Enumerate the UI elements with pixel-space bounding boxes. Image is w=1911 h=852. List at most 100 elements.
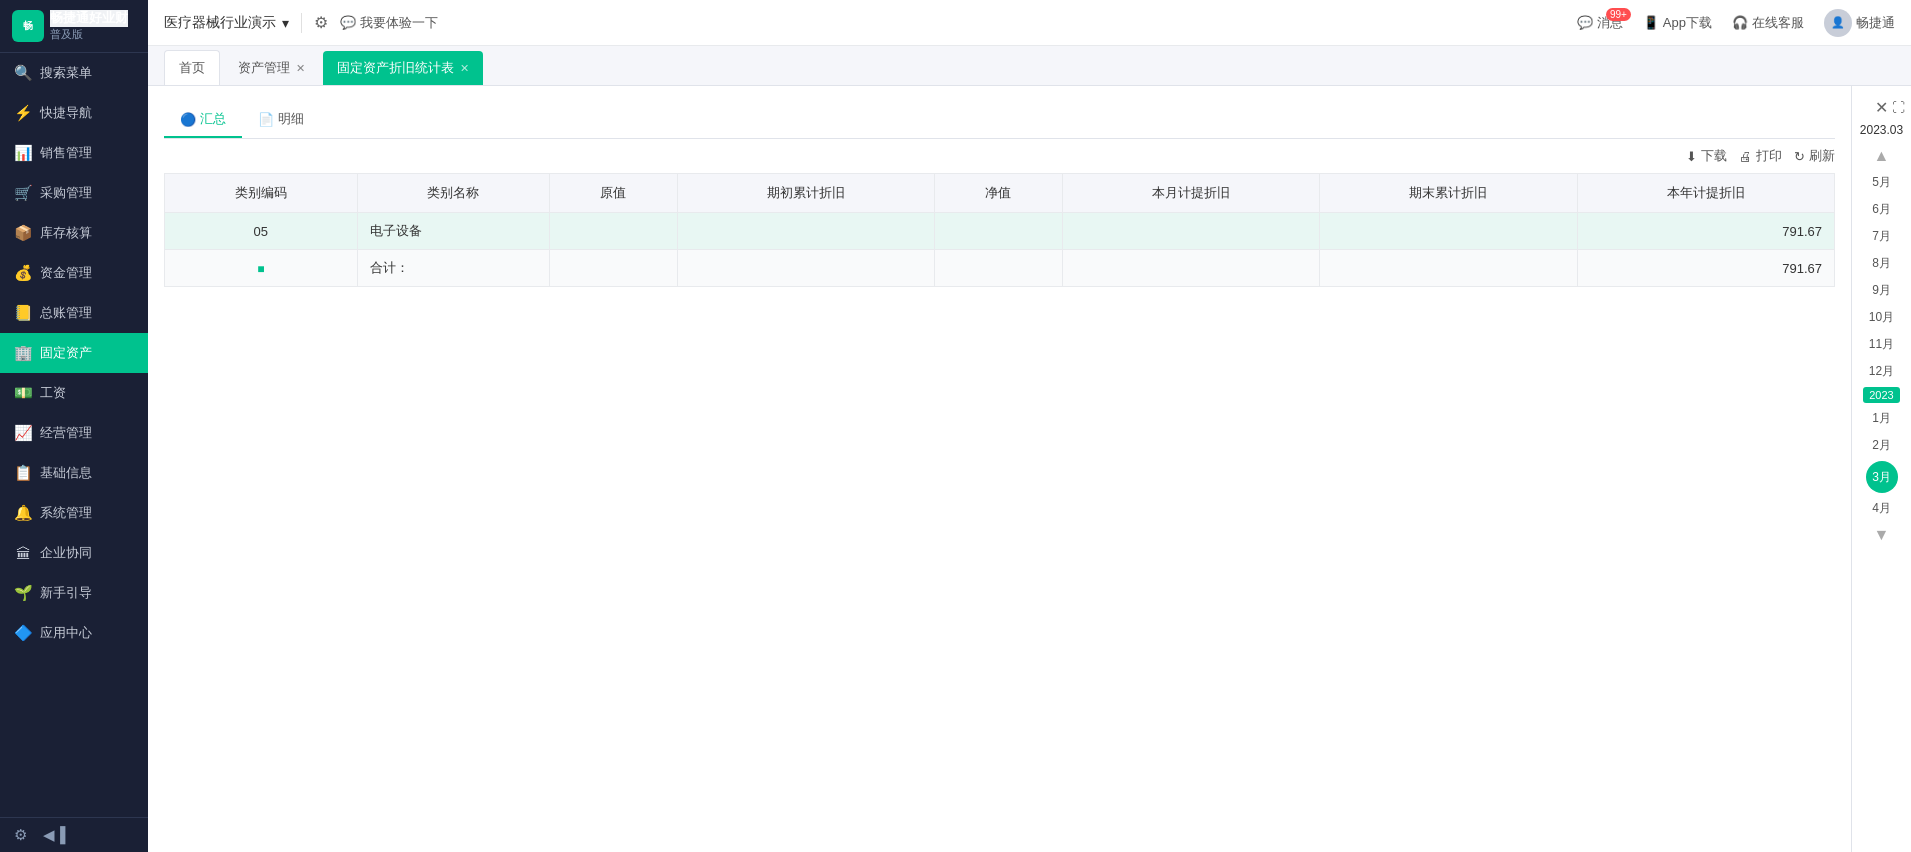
operations-icon: 📈 <box>14 424 32 442</box>
tabbar: 首页资产管理✕ 固定资产折旧统计表 ✕ <box>148 46 1911 86</box>
sidebar-item-sales[interactable]: 📊 销售管理 <box>0 133 148 173</box>
sidebar-item-label: 基础信息 <box>40 464 92 482</box>
tab-depreciation-report[interactable]: 固定资产折旧统计表 ✕ <box>323 51 483 85</box>
row-net <box>935 213 1063 250</box>
month-item-after-3月[interactable]: 3月 <box>1866 461 1898 493</box>
fixed-asset-icon: 🏢 <box>14 344 32 362</box>
tab-asset-mgmt[interactable]: 资产管理✕ <box>224 51 319 85</box>
message-badge: 99+ <box>1606 8 1631 21</box>
tab-close-icon[interactable]: ✕ <box>460 62 469 75</box>
sidebar-item-payroll[interactable]: 💵 工资 <box>0 373 148 413</box>
sidebar-item-label: 资金管理 <box>40 264 92 282</box>
sidebar-scroll: 🔍 搜索菜单⚡ 快捷导航📊 销售管理🛒 采购管理📦 库存核算💰 资金管理📒 总账… <box>0 53 148 817</box>
sidebar-item-operations[interactable]: 📈 经营管理 <box>0 413 148 453</box>
topnav-divider <box>301 13 302 33</box>
month-item-8月[interactable]: 8月 <box>1852 250 1911 277</box>
subtab-summary-label: 汇总 <box>200 110 226 128</box>
quick-nav-icon: ⚡ <box>14 104 32 122</box>
sidebar-item-search[interactable]: 🔍 搜索菜单 <box>0 53 148 93</box>
row-code: 05 <box>165 213 358 250</box>
download-btn[interactable]: ⬇ 下载 <box>1686 147 1727 165</box>
subtab-detail[interactable]: 📄 明细 <box>242 102 320 138</box>
topnav-right: 💬 消息 99+ 📱 App下载 🎧 在线客服 👤 畅捷通 <box>1577 9 1895 37</box>
sales-icon: 📊 <box>14 144 32 162</box>
message-btn[interactable]: 💬 消息 99+ <box>1577 14 1623 32</box>
col-original: 原值 <box>550 174 678 213</box>
service-btn[interactable]: 🎧 在线客服 <box>1732 14 1804 32</box>
refresh-btn[interactable]: ↻ 刷新 <box>1794 147 1835 165</box>
month-item-after-4月[interactable]: 4月 <box>1852 495 1911 522</box>
sidebar-item-label: 库存核算 <box>40 224 92 242</box>
month-item-after-1月[interactable]: 1月 <box>1852 405 1911 432</box>
col-name: 类别名称 <box>357 174 550 213</box>
tab-home[interactable]: 首页 <box>164 50 220 85</box>
message-icon: 💬 <box>1577 15 1593 30</box>
sidebar-bottom: ⚙ ◀▐ <box>0 817 148 852</box>
service-icon: 🎧 <box>1732 15 1748 30</box>
right-panel-close-icon[interactable]: ✕ <box>1875 98 1888 117</box>
sidebar-item-label: 快捷导航 <box>40 104 92 122</box>
download-label: 下载 <box>1701 147 1727 165</box>
sidebar-item-ledger[interactable]: 📒 总账管理 <box>0 293 148 333</box>
sidebar-item-enterprise[interactable]: 🏛 企业协同 <box>0 533 148 573</box>
month-item-10月[interactable]: 10月 <box>1852 304 1911 331</box>
user-label: 畅捷通 <box>1856 14 1895 32</box>
month-nav-down[interactable]: ▼ <box>1870 522 1894 548</box>
sidebar-item-fixed-asset[interactable]: 🏢 固定资产 <box>0 333 148 373</box>
company-selector[interactable]: 医疗器械行业演示 ▾ <box>164 14 289 32</box>
col-initial-accum: 期初累计折旧 <box>677 174 935 213</box>
month-item-11月[interactable]: 11月 <box>1852 331 1911 358</box>
table-total-row: ■ 合计： 791.67 <box>165 250 1835 287</box>
settings-gear-icon[interactable]: ⚙ <box>314 13 328 32</box>
print-btn[interactable]: 🖨 打印 <box>1739 147 1782 165</box>
total-annual-depr: 791.67 <box>1577 250 1835 287</box>
depreciation-table: 类别编码 类别名称 原值 期初累计折旧 净值 本月计提折旧 期末累计折旧 本年计… <box>164 173 1835 287</box>
sidebar-item-finance[interactable]: 💰 资金管理 <box>0 253 148 293</box>
month-item-12月[interactable]: 12月 <box>1852 358 1911 385</box>
year-marker: 2023 <box>1863 387 1899 403</box>
app-download-btn[interactable]: 📱 App下载 <box>1643 14 1712 32</box>
subtab-summary[interactable]: 🔵 汇总 <box>164 102 242 138</box>
sidebar-item-basic-info[interactable]: 📋 基础信息 <box>0 453 148 493</box>
sidebar-item-label: 销售管理 <box>40 144 92 162</box>
sidebar-item-purchase[interactable]: 🛒 采购管理 <box>0 173 148 213</box>
tab-label: 固定资产折旧统计表 <box>337 59 454 77</box>
month-item-6月[interactable]: 6月 <box>1852 196 1911 223</box>
app-icon: 📱 <box>1643 15 1659 30</box>
user-profile[interactable]: 👤 畅捷通 <box>1824 9 1895 37</box>
settings-icon[interactable]: ⚙ <box>14 826 27 844</box>
sidebar-item-guide[interactable]: 🌱 新手引导 <box>0 573 148 613</box>
collapse-icon[interactable]: ◀▐ <box>43 826 66 844</box>
basic-info-icon: 📋 <box>14 464 32 482</box>
col-ending-accum: 期末累计折旧 <box>1320 174 1578 213</box>
col-net: 净值 <box>935 174 1063 213</box>
row-monthly-depr <box>1062 213 1320 250</box>
month-item-7月[interactable]: 7月 <box>1852 223 1911 250</box>
month-item-after-2月[interactable]: 2月 <box>1852 432 1911 459</box>
year-label: 2023.03 <box>1854 121 1909 139</box>
print-label: 打印 <box>1756 147 1782 165</box>
sidebar: 畅 畅捷通好业财 普及版 🔍 搜索菜单⚡ 快捷导航📊 销售管理🛒 采购管理📦 库… <box>0 0 148 852</box>
search-icon: 🔍 <box>14 64 32 82</box>
month-item-5月[interactable]: 5月 <box>1852 169 1911 196</box>
month-list: 5月6月7月8月9月10月11月12月 2023 1月2月3月4月 <box>1852 169 1911 522</box>
month-item-9月[interactable]: 9月 <box>1852 277 1911 304</box>
subtab-summary-icon: 🔵 <box>180 112 196 127</box>
sidebar-item-quick-nav[interactable]: ⚡ 快捷导航 <box>0 93 148 133</box>
enterprise-icon: 🏛 <box>14 544 32 562</box>
month-nav-up[interactable]: ▲ <box>1870 143 1894 169</box>
app-logo: 畅 畅捷通好业财 普及版 <box>0 0 148 53</box>
right-panel-expand-icon[interactable]: ⛶ <box>1892 100 1905 115</box>
sidebar-item-app-center[interactable]: 🔷 应用中心 <box>0 613 148 653</box>
system-icon: 🔔 <box>14 504 32 522</box>
guide-icon: 🌱 <box>14 584 32 602</box>
experience-btn[interactable]: 💬 我要体验一下 <box>340 14 438 32</box>
subtabs: 🔵 汇总 📄 明细 <box>164 102 1835 139</box>
sidebar-item-label: 固定资产 <box>40 344 92 362</box>
tab-close-icon[interactable]: ✕ <box>296 62 305 75</box>
sidebar-item-system[interactable]: 🔔 系统管理 <box>0 493 148 533</box>
app-center-icon: 🔷 <box>14 624 32 642</box>
total-net <box>935 250 1063 287</box>
right-panel-header: ✕ ⛶ <box>1852 94 1911 121</box>
sidebar-item-inventory[interactable]: 📦 库存核算 <box>0 213 148 253</box>
